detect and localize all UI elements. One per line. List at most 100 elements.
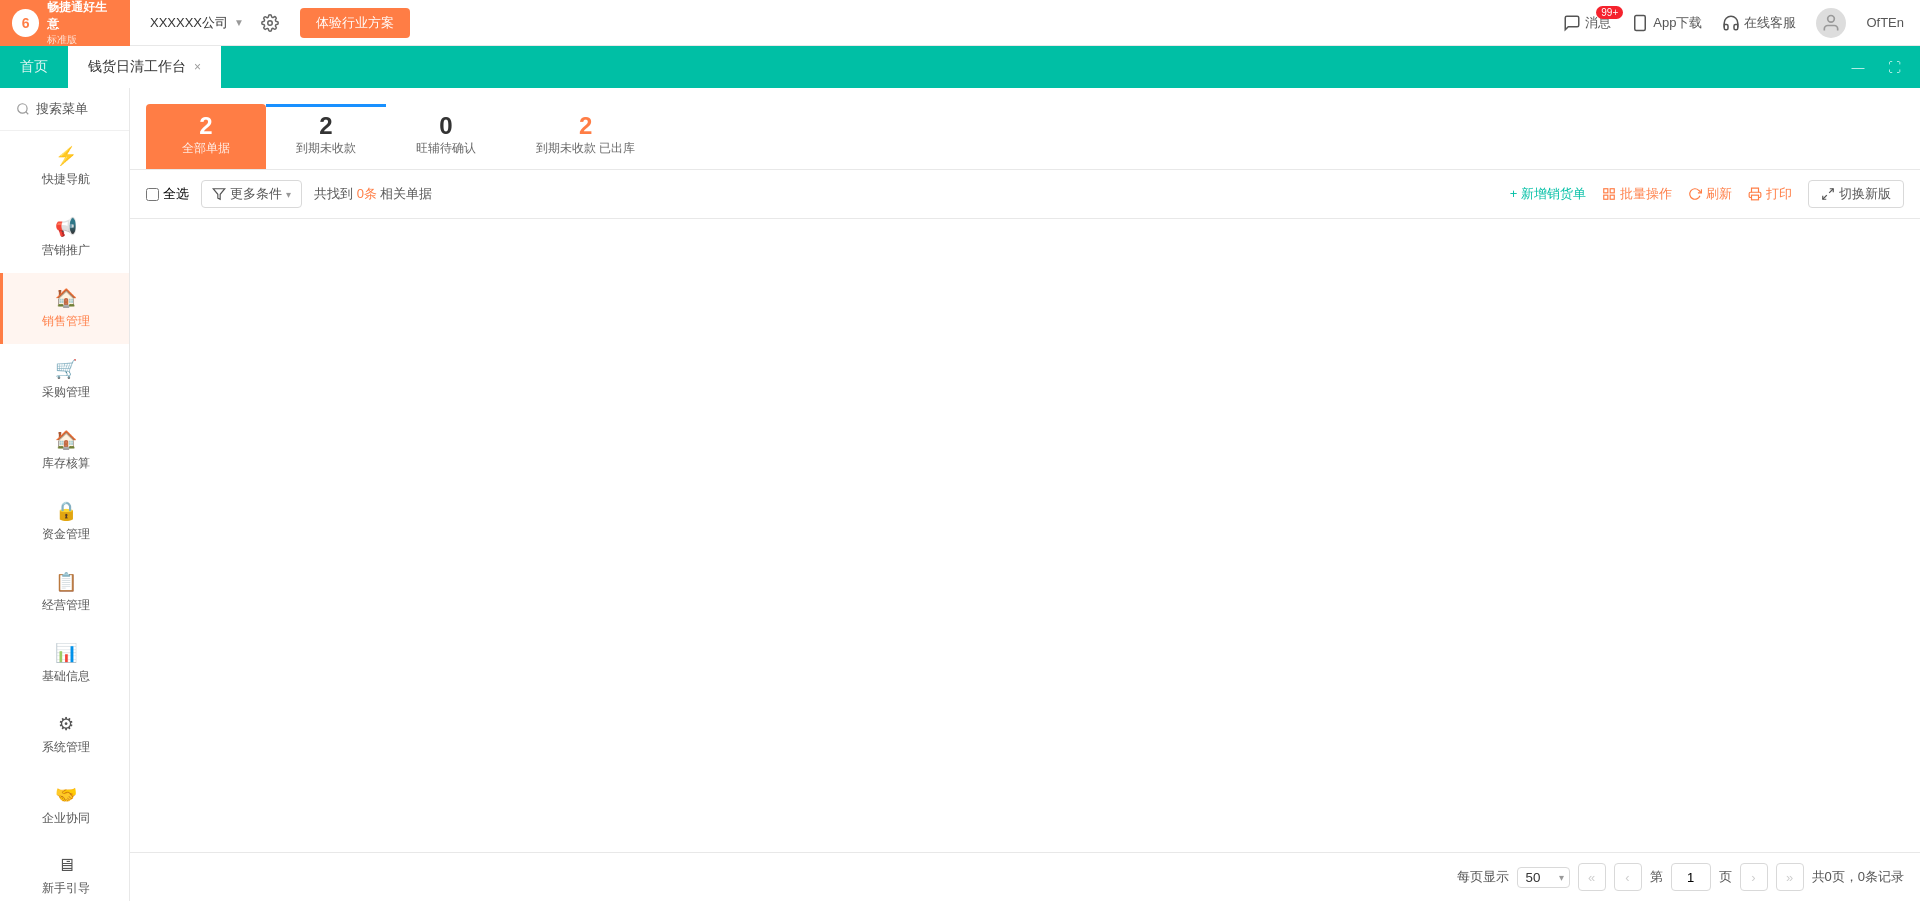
sidebar-item-inventory[interactable]: 🏠 库存核算 — [0, 415, 129, 486]
logo-text: 畅捷通好生意 标准版 — [47, 0, 118, 47]
next-page-button[interactable]: › — [1740, 863, 1768, 891]
marketing-icon: 📢 — [55, 216, 77, 238]
purchase-label: 采购管理 — [42, 384, 90, 401]
stat-count-overdue-shipped: 2 — [579, 112, 592, 140]
nav-actions: — ⛶ — [1844, 53, 1920, 81]
company-selector[interactable]: XXXXXX公司 ▼ — [150, 14, 244, 32]
per-page-label: 每页显示 — [1457, 868, 1509, 886]
found-text: 共找到 0条 相关单据 — [314, 185, 432, 203]
basic-label: 基础信息 — [42, 668, 90, 685]
print-label: 打印 — [1766, 185, 1792, 203]
stat-label-all: 全部单据 — [182, 140, 230, 157]
svg-line-5 — [26, 112, 29, 115]
top-header: 6 畅捷通好生意 标准版 XXXXXX公司 ▼ 体验行业方案 消息 99+ — [0, 0, 1920, 46]
sidebar-item-marketing[interactable]: 📢 营销推广 — [0, 202, 129, 273]
switch-version-button[interactable]: 切换新版 — [1808, 180, 1904, 208]
svg-point-0 — [268, 20, 273, 25]
logo-area: 6 畅捷通好生意 标准版 — [0, 0, 130, 46]
table-area — [130, 219, 1920, 852]
guide-icon: 🖥 — [57, 855, 75, 876]
prev-page-button[interactable]: ‹ — [1614, 863, 1642, 891]
page-label: 第 — [1650, 868, 1663, 886]
tab-active[interactable]: 钱货日清工作台 × — [68, 46, 221, 88]
sidebar-item-sales[interactable]: 🏠 销售管理 — [0, 273, 129, 344]
stat-label-pending: 旺辅待确认 — [416, 140, 476, 157]
sidebar-item-system[interactable]: ⚙ 系统管理 — [0, 699, 129, 770]
user-name: OfTEn — [1866, 15, 1904, 30]
svg-point-3 — [1828, 15, 1835, 22]
stat-tab-overdue[interactable]: 2 到期未收款 — [266, 104, 386, 169]
sidebar: 搜索菜单 ⚡ 快捷导航 📢 营销推广 🏠 销售管理 🛒 采购管理 🏠 库存核算 … — [0, 88, 130, 901]
tab-underline-all — [146, 166, 266, 169]
more-conditions-label: 更多条件 — [230, 185, 282, 203]
inventory-label: 库存核算 — [42, 455, 90, 472]
operations-icon: 📋 — [55, 571, 77, 593]
main-content: 2 全部单据 2 到期未收款 0 旺辅待确认 2 到期未收款 已出库 全选 — [130, 88, 1920, 901]
stat-tab-pending[interactable]: 0 旺辅待确认 — [386, 104, 506, 169]
toolbar-right: + 新增销货单 批量操作 刷新 — [1510, 180, 1904, 208]
pagination: 每页显示 10 20 50 100 ▾ « ‹ 第 页 › — [130, 852, 1920, 901]
cooperation-icon: 🤝 — [55, 784, 77, 806]
maximize-btn[interactable]: ⛶ — [1880, 53, 1908, 81]
header-right: 消息 99+ App下载 在线客服 OfTEn — [1563, 8, 1904, 38]
avatar[interactable] — [1816, 8, 1846, 38]
sidebar-item-cooperation[interactable]: 🤝 企业协同 — [0, 770, 129, 841]
conditions-arrow: ▾ — [286, 189, 291, 200]
select-all-checkbox[interactable]: 全选 — [146, 185, 189, 203]
page-label-suffix: 页 — [1719, 868, 1732, 886]
inventory-icon: 🏠 — [55, 429, 77, 451]
online-service-item[interactable]: 在线客服 — [1722, 14, 1796, 32]
company-dropdown-arrow: ▼ — [234, 17, 244, 28]
finance-icon: 🔒 — [55, 500, 77, 522]
system-label: 系统管理 — [42, 739, 90, 756]
sidebar-item-basic[interactable]: 📊 基础信息 — [0, 628, 129, 699]
stat-tab-overdue-shipped[interactable]: 2 到期未收款 已出库 — [506, 104, 665, 169]
quick-nav-icon: ⚡ — [55, 145, 77, 167]
settings-button[interactable] — [256, 9, 284, 37]
last-page-button[interactable]: » — [1776, 863, 1804, 891]
page-input[interactable] — [1671, 863, 1711, 891]
svg-rect-7 — [1604, 189, 1608, 193]
sales-label: 销售管理 — [42, 313, 90, 330]
search-menu-item[interactable]: 搜索菜单 — [0, 88, 129, 131]
tab-close-icon[interactable]: × — [194, 60, 201, 74]
refresh-label: 刷新 — [1706, 185, 1732, 203]
sidebar-item-finance[interactable]: 🔒 资金管理 — [0, 486, 129, 557]
select-all-input[interactable] — [146, 188, 159, 201]
page-size-select[interactable]: 10 20 50 100 — [1517, 867, 1570, 888]
svg-rect-10 — [1604, 195, 1608, 199]
batch-ops-button[interactable]: 批量操作 — [1602, 185, 1672, 203]
stat-count-all: 2 — [199, 112, 212, 140]
tab-home[interactable]: 首页 — [0, 46, 68, 88]
experience-button[interactable]: 体验行业方案 — [300, 8, 410, 38]
nav-tabs: 首页 钱货日清工作台 × — ⛶ — [0, 46, 1920, 88]
operations-label: 经营管理 — [42, 597, 90, 614]
overdue-top-bar — [266, 104, 386, 107]
stat-label-overdue: 到期未收款 — [296, 140, 356, 157]
new-sales-button[interactable]: + 新增销货单 — [1510, 185, 1586, 203]
svg-point-4 — [18, 104, 27, 113]
quick-nav-label: 快捷导航 — [42, 171, 90, 188]
main-layout: 搜索菜单 ⚡ 快捷导航 📢 营销推广 🏠 销售管理 🛒 采购管理 🏠 库存核算 … — [0, 88, 1920, 901]
cooperation-label: 企业协同 — [42, 810, 90, 827]
sidebar-item-operations[interactable]: 📋 经营管理 — [0, 557, 129, 628]
sidebar-item-quick-nav[interactable]: ⚡ 快捷导航 — [0, 131, 129, 202]
finance-label: 资金管理 — [42, 526, 90, 543]
purchase-icon: 🛒 — [55, 358, 77, 380]
sidebar-item-guide[interactable]: 🖥 新手引导 — [0, 841, 129, 901]
found-count: 0条 — [357, 186, 377, 201]
refresh-button[interactable]: 刷新 — [1688, 185, 1732, 203]
more-conditions-button[interactable]: 更多条件 ▾ — [201, 180, 302, 208]
toolbar: 全选 更多条件 ▾ 共找到 0条 相关单据 + 新增销货单 — [130, 170, 1920, 219]
minimize-btn[interactable]: — — [1844, 53, 1872, 81]
select-all-label: 全选 — [163, 185, 189, 203]
switch-version-label: 切换新版 — [1839, 185, 1891, 203]
stat-tab-all[interactable]: 2 全部单据 — [146, 104, 266, 169]
first-page-button[interactable]: « — [1578, 863, 1606, 891]
app-download-item[interactable]: App下载 — [1631, 14, 1702, 32]
svg-rect-11 — [1752, 195, 1759, 200]
message-item[interactable]: 消息 99+ — [1563, 14, 1611, 32]
stat-count-overdue: 2 — [319, 112, 332, 140]
sidebar-item-purchase[interactable]: 🛒 采购管理 — [0, 344, 129, 415]
print-button[interactable]: 打印 — [1748, 185, 1792, 203]
